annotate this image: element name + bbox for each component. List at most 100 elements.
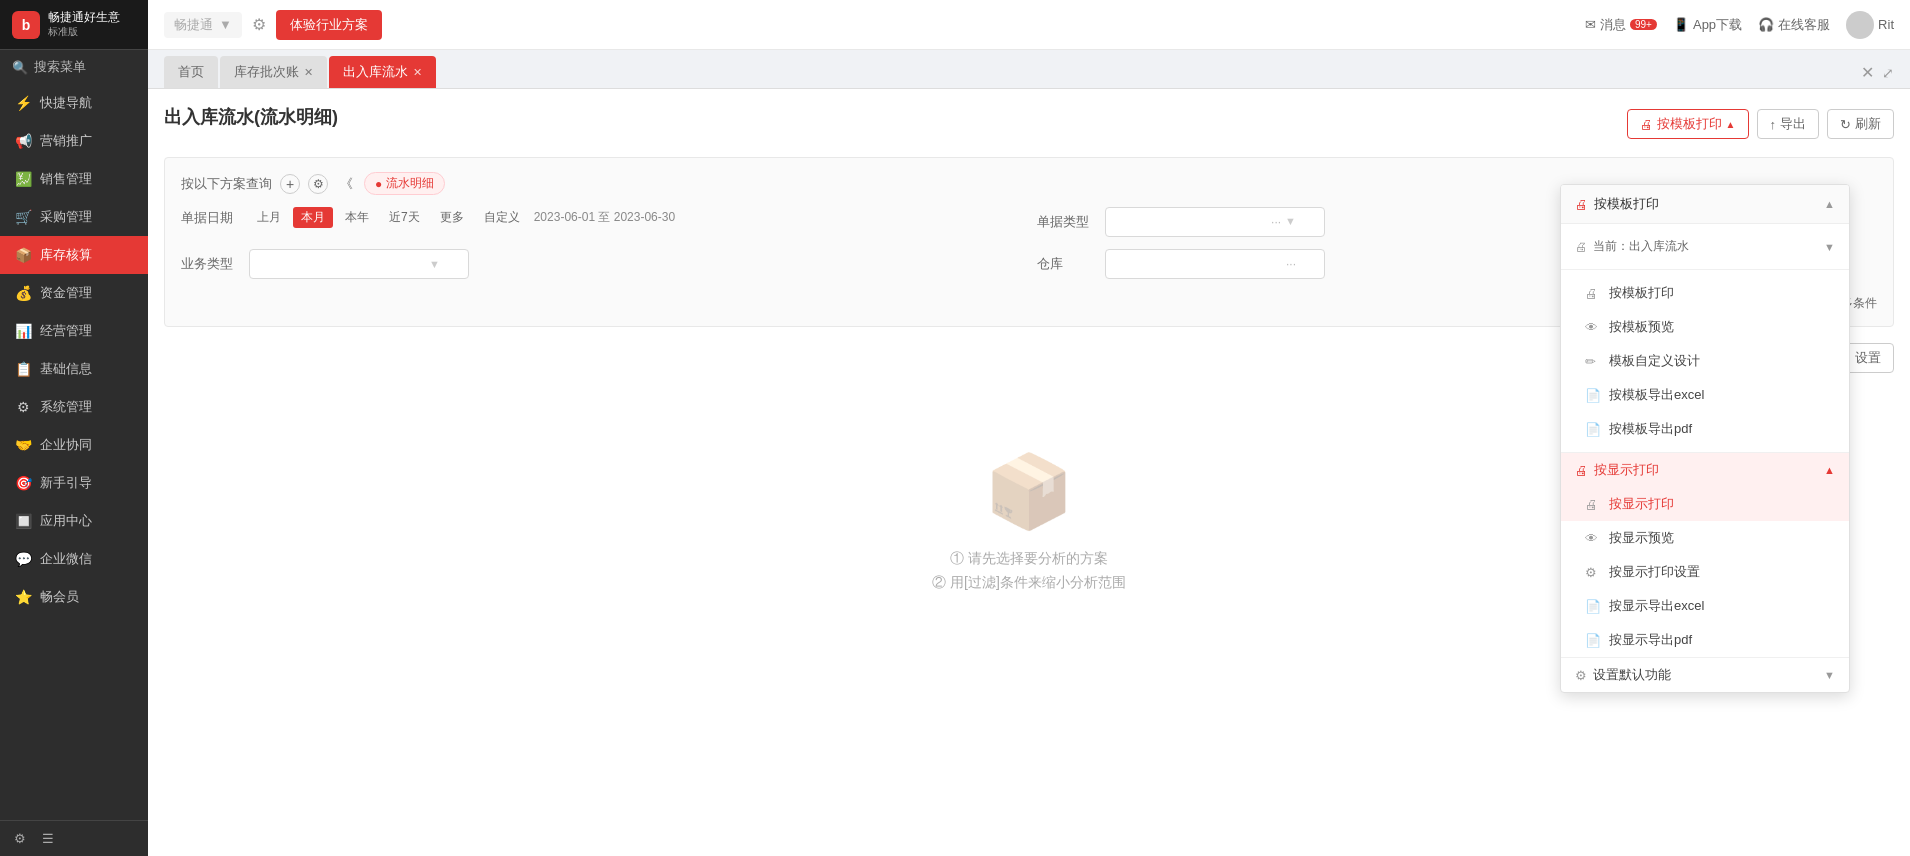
sidebar-item-shortcut[interactable]: ⚡ 快捷导航 bbox=[0, 84, 148, 122]
print-template-btn[interactable]: 🖨 按模板打印 ▲ bbox=[1627, 109, 1749, 139]
filter-collapse-btn[interactable]: 《 bbox=[336, 174, 356, 194]
messages-btn[interactable]: ✉ 消息 99+ bbox=[1585, 16, 1657, 34]
dropdown-item-template-excel[interactable]: 📄 按模板导出excel bbox=[1561, 378, 1849, 412]
warehouse-field-label: 仓库 bbox=[1037, 255, 1097, 273]
user-dropdown-arrow: ▼ bbox=[219, 17, 232, 32]
type-select[interactable]: ··· ▼ bbox=[1105, 207, 1325, 237]
sidebar-item-label: 库存核算 bbox=[40, 246, 92, 264]
user-avatar-area[interactable]: Rit bbox=[1846, 11, 1894, 39]
settings-icon[interactable]: ⚙ bbox=[14, 831, 26, 846]
maximize-icon[interactable]: ⤢ bbox=[1882, 65, 1894, 81]
warehouse-more[interactable]: ··· bbox=[1286, 257, 1296, 271]
dropdown-item-display-print[interactable]: 🖨 按显示打印 bbox=[1561, 487, 1849, 521]
date-tab-this-year[interactable]: 本年 bbox=[337, 207, 377, 228]
app-download-btn[interactable]: 📱 App下载 bbox=[1673, 16, 1742, 34]
template-print-icon: 🖨 bbox=[1585, 286, 1601, 301]
tab-batch-close[interactable]: ✕ bbox=[304, 66, 313, 79]
display-section-toggle[interactable]: 🖨 按显示打印 ▲ bbox=[1561, 453, 1849, 487]
type-field-label: 单据类型 bbox=[1037, 213, 1097, 231]
filter-add-btn[interactable]: + bbox=[280, 174, 300, 194]
type-select-more[interactable]: ··· bbox=[1271, 215, 1281, 229]
sidebar-item-apps[interactable]: 🔲 应用中心 bbox=[0, 502, 148, 540]
dropdown-item-display-preview[interactable]: 👁 按显示预览 bbox=[1561, 521, 1849, 555]
tab-flow-close[interactable]: ✕ bbox=[413, 66, 422, 79]
export-icon: ↑ bbox=[1770, 117, 1777, 132]
brand-name: 畅捷通好生意 bbox=[48, 10, 120, 26]
dropdown-item-template-design[interactable]: ✏ 模板自定义设计 bbox=[1561, 344, 1849, 378]
guide-icon: 🎯 bbox=[14, 475, 32, 491]
export-btn[interactable]: ↑ 导出 bbox=[1757, 109, 1820, 139]
sidebar-item-operations[interactable]: 📊 经营管理 bbox=[0, 312, 148, 350]
sidebar-item-member[interactable]: ⭐ 畅会员 bbox=[0, 578, 148, 616]
date-tab-this-month[interactable]: 本月 bbox=[293, 207, 333, 228]
sidebar-item-label: 新手引导 bbox=[40, 474, 92, 492]
biz-select[interactable]: ▼ bbox=[249, 249, 469, 279]
dropdown-item-display-settings[interactable]: ⚙ 按显示打印设置 bbox=[1561, 555, 1849, 589]
tab-actions: ✕ ⤢ bbox=[1861, 63, 1894, 88]
tab-home[interactable]: 首页 bbox=[164, 56, 218, 88]
user-area[interactable]: 畅捷通 ▼ bbox=[164, 12, 242, 38]
filter-setting-btn[interactable]: ⚙ bbox=[308, 174, 328, 194]
top-header: 畅捷通 ▼ ⚙ 体验行业方案 ✉ 消息 99+ 📱 App下载 🎧 在线客服 bbox=[148, 0, 1910, 50]
template-excel-label: 按模板导出excel bbox=[1609, 386, 1704, 404]
dropdown-header-arrow[interactable]: ▲ bbox=[1824, 198, 1835, 210]
sidebar-search[interactable]: 🔍 搜索菜单 bbox=[0, 50, 148, 84]
display-section-icon: 🖨 bbox=[1575, 463, 1588, 478]
sidebar-item-collab[interactable]: 🤝 企业协同 bbox=[0, 426, 148, 464]
export-label: 导出 bbox=[1780, 115, 1806, 133]
dropdown-item-template-preview[interactable]: 👁 按模板预览 bbox=[1561, 310, 1849, 344]
display-settings-icon: ⚙ bbox=[1585, 565, 1601, 580]
sidebar-item-base[interactable]: 📋 基础信息 bbox=[0, 350, 148, 388]
industry-btn[interactable]: 体验行业方案 bbox=[276, 10, 382, 40]
sidebar-item-label: 资金管理 bbox=[40, 284, 92, 302]
marketing-icon: 📢 bbox=[14, 133, 32, 149]
sidebar-item-sales[interactable]: 💹 销售管理 bbox=[0, 160, 148, 198]
dropdown-item-display-pdf[interactable]: 📄 按显示导出pdf bbox=[1561, 623, 1849, 657]
tab-batch[interactable]: 库存批次账 ✕ bbox=[220, 56, 327, 88]
sidebar-item-inventory[interactable]: 📦 库存核算 bbox=[0, 236, 148, 274]
dropdown-item-display-excel[interactable]: 📄 按显示导出excel bbox=[1561, 589, 1849, 623]
date-tab-custom[interactable]: 自定义 bbox=[476, 207, 528, 228]
display-preview-label: 按显示预览 bbox=[1609, 529, 1674, 547]
sidebar-item-label: 快捷导航 bbox=[40, 94, 92, 112]
sidebar-item-label: 基础信息 bbox=[40, 360, 92, 378]
main-area: 畅捷通 ▼ ⚙ 体验行业方案 ✉ 消息 99+ 📱 App下载 🎧 在线客服 bbox=[148, 0, 1910, 856]
online-service-btn[interactable]: 🎧 在线客服 bbox=[1758, 16, 1830, 34]
print-label: 按模板打印 bbox=[1657, 115, 1722, 133]
dropdown-title-text: 按模板打印 bbox=[1594, 195, 1659, 213]
date-tab-more[interactable]: 更多 bbox=[432, 207, 472, 228]
filter-tag-dot: ● bbox=[375, 177, 382, 191]
warehouse-select[interactable]: ··· bbox=[1105, 249, 1325, 279]
sales-icon: 💹 bbox=[14, 171, 32, 187]
date-tab-last-month[interactable]: 上月 bbox=[249, 207, 289, 228]
sidebar-item-purchase[interactable]: 🛒 采购管理 bbox=[0, 198, 148, 236]
filter-tag-shuimingxi[interactable]: ● 流水明细 bbox=[364, 172, 445, 195]
messages-label: 消息 bbox=[1600, 16, 1626, 34]
dropdown-item-template-pdf[interactable]: 📄 按模板导出pdf bbox=[1561, 412, 1849, 446]
sidebar-item-system[interactable]: ⚙ 系统管理 bbox=[0, 388, 148, 426]
close-window-icon[interactable]: ✕ bbox=[1861, 63, 1874, 82]
sidebar-item-wechat[interactable]: 💬 企业微信 bbox=[0, 540, 148, 578]
page-content: 出入库流水(流水明细) 🖨 按模板打印 ▲ ↑ 导出 ↻ 刷新 bbox=[148, 89, 1910, 856]
display-pdf-label: 按显示导出pdf bbox=[1609, 631, 1692, 649]
finance-icon: 💰 bbox=[14, 285, 32, 301]
tab-flow[interactable]: 出入库流水 ✕ bbox=[329, 56, 436, 88]
shortcut-icon: ⚡ bbox=[14, 95, 32, 111]
type-select-arrow: ▼ bbox=[1285, 215, 1296, 229]
sidebar-item-marketing[interactable]: 📢 营销推广 bbox=[0, 122, 148, 160]
base-icon: 📋 bbox=[14, 361, 32, 377]
current-arrow[interactable]: ▼ bbox=[1824, 241, 1835, 253]
sidebar-item-guide[interactable]: 🎯 新手引导 bbox=[0, 464, 148, 502]
menu-toggle-icon[interactable]: ☰ bbox=[42, 831, 54, 846]
online-service-label: 在线客服 bbox=[1778, 16, 1830, 34]
date-field-label: 单据日期 bbox=[181, 209, 241, 227]
template-print-label: 按模板打印 bbox=[1609, 284, 1674, 302]
settings-gear-icon[interactable]: ⚙ bbox=[252, 15, 266, 34]
refresh-btn[interactable]: ↻ 刷新 bbox=[1827, 109, 1894, 139]
dropdown-footer[interactable]: ⚙ 设置默认功能 ▼ bbox=[1561, 657, 1849, 692]
dropdown-item-template-print[interactable]: 🖨 按模板打印 bbox=[1561, 276, 1849, 310]
sidebar-nav: ⚡ 快捷导航 📢 营销推广 💹 销售管理 🛒 采购管理 📦 库存核算 💰 资金管… bbox=[0, 84, 148, 820]
date-tab-7days[interactable]: 近7天 bbox=[381, 207, 428, 228]
dropdown-current-section: 🖨 当前：出入库流水 ▼ bbox=[1561, 224, 1849, 270]
sidebar-item-finance[interactable]: 💰 资金管理 bbox=[0, 274, 148, 312]
